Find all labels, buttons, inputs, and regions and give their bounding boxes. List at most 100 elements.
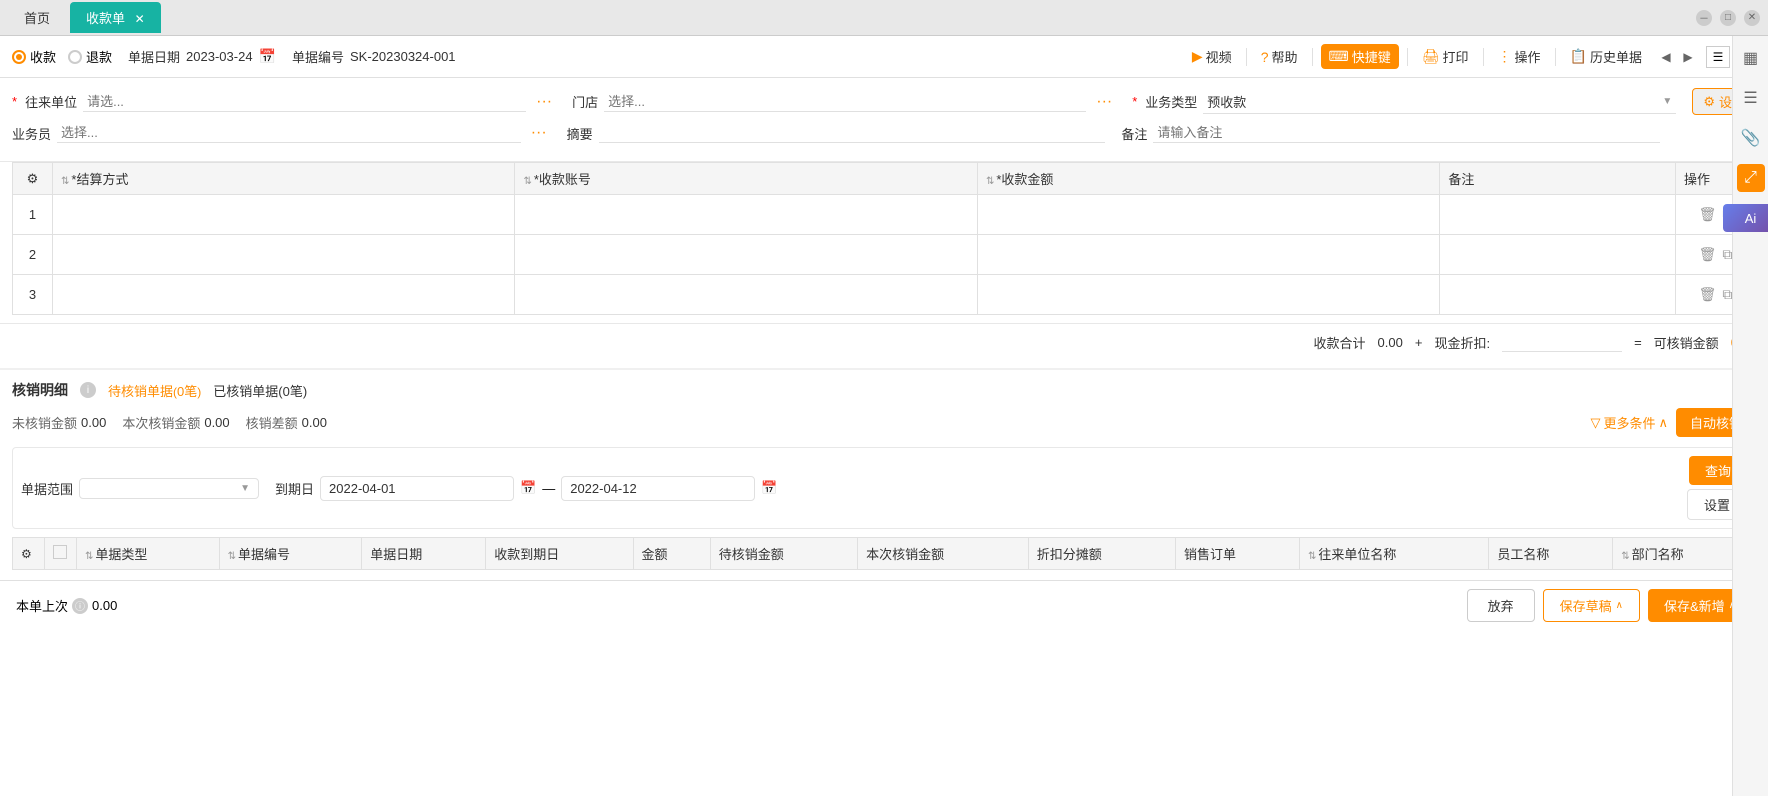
refund-radio[interactable]: 退款 [68,47,112,66]
row-amount[interactable] [977,195,1439,235]
row-settlement[interactable] [53,275,515,315]
note-header: 备注 [1440,163,1676,195]
chevron-up-icon: ∧ [1658,415,1668,431]
due-date-header: 收款到期日 [486,538,633,570]
row-note[interactable] [1440,195,1676,235]
date-from-input[interactable] [320,476,514,501]
gear-header[interactable]: ⚙ [13,163,53,195]
store-input[interactable] [604,92,1086,112]
row-note[interactable] [1440,275,1676,315]
main-area: 收款 退款 单据日期 2023-03-24 📅 单据编号 SK-20230324… [0,36,1768,796]
sidebar-expand-icon[interactable]: ⤢ [1737,164,1765,192]
row-account[interactable] [515,275,977,315]
current-amount-header: 本次核销金额 [858,538,1029,570]
salesman-input[interactable] [57,123,521,143]
table-header: ⚙ ⇅*结算方式 ⇅*收款账号 ⇅*收款金额 备注 操作 [13,163,1756,195]
help-button[interactable]: ? 帮助 [1255,45,1304,68]
operation-button[interactable]: ⋮ 操作 [1492,45,1547,68]
draft-arrow-icon: ∧ [1616,600,1623,611]
row-settlement[interactable] [53,235,515,275]
receipt-radio[interactable]: 收款 [12,47,56,66]
date-value: 2023-03-24 [186,49,253,64]
note-input[interactable] [1153,123,1660,143]
row-settlement[interactable] [53,195,515,235]
row-account[interactable] [515,195,977,235]
sidebar-table-icon[interactable]: ▦ [1737,44,1765,72]
reconcile-section: 核销明细 i 待核销单据(0笔) 已核销单据(0笔) 未核销金额 0.00 本次… [0,368,1768,580]
footer-bar: 本单上次 ⓘ 0.00 放弃 保存草稿 ∧ 保存&新增 ∧ [0,580,1768,630]
gear-icon: ⚙ [27,171,39,186]
delete-row-icon[interactable]: 🗑 [1699,286,1717,303]
form-row-2: 业务员 ··· 摘要 备注 [12,123,1756,143]
counterpart-more-btn[interactable]: ··· [532,93,556,111]
next-arrow[interactable]: ▶ [1678,47,1698,67]
bill-number-value: SK-20230324-001 [350,49,456,64]
receipt-table: ⚙ ⇅*结算方式 ⇅*收款账号 ⇅*收款金额 备注 操作 1 [12,162,1756,315]
minimize-button[interactable]: － [1696,10,1712,26]
cash-discount-input[interactable] [1502,332,1622,352]
date-field-group: 单据日期 2023-03-24 📅 [128,47,276,66]
video-button[interactable]: ▶ 视频 [1186,45,1238,68]
tab-receipt[interactable]: 收款单 ✕ [70,2,161,33]
store-more-btn[interactable]: ··· [1092,93,1116,111]
row-note[interactable] [1440,235,1676,275]
maximize-button[interactable]: □ [1720,10,1736,26]
prev-arrow[interactable]: ◀ [1656,47,1676,67]
salesman-field: 业务员 ··· [12,123,551,143]
delete-row-icon[interactable]: 🗑 [1699,206,1717,223]
copy-row-icon[interactable]: ⧉ [1722,286,1732,303]
sidebar-attachment-icon[interactable]: 📎 [1737,124,1765,152]
ai-button[interactable]: Ai [1723,204,1768,232]
business-type-select[interactable]: 预收款 ▼ [1203,90,1676,114]
pending-tab-link[interactable]: 待核销单据(0笔) [108,381,201,400]
refund-radio-dot [68,50,82,64]
divider-3 [1407,48,1408,66]
salesman-more-btn[interactable]: ··· [527,124,551,142]
tab-home[interactable]: 首页 [8,2,66,33]
select-all-checkbox[interactable] [53,545,67,559]
info-icon[interactable]: i [80,382,96,398]
delete-row-icon[interactable]: 🗑 [1699,246,1717,263]
nav-arrows: ◀ ▶ [1656,47,1698,67]
chevron-down-icon: ▼ [1662,96,1672,107]
row-num: 1 [13,195,53,235]
help-icon: ? [1261,49,1269,65]
uncancelled-stat: 未核销金额 0.00 [12,413,106,432]
sidebar-list-icon[interactable]: ☰ [1737,84,1765,112]
print-button[interactable]: 🖨 打印 [1416,45,1475,68]
bill-date-header: 单据日期 [362,538,486,570]
close-button[interactable]: ✕ [1744,10,1760,26]
history-button[interactable]: 📋 历史单据 [1564,45,1648,68]
more-conditions-link[interactable]: ▽ 更多条件 ∧ [1590,413,1668,432]
receipt-refund-group: 收款 退款 [12,47,112,66]
counterpart-input[interactable] [83,92,526,112]
summary-input[interactable] [599,123,1106,143]
reconcile-title: 核销明细 [12,380,68,400]
calendar-to-icon[interactable]: 📅 [761,480,777,496]
amount-header-b: 金额 [633,538,710,570]
calendar-icon[interactable]: 📅 [259,48,276,65]
sales-order-header: 销售订单 [1176,538,1300,570]
row-amount[interactable] [977,275,1439,315]
bottom-gear-header[interactable]: ⚙ [13,538,45,570]
receipt-radio-dot [12,50,26,64]
business-type-field: * 业务类型 预收款 ▼ [1132,90,1676,114]
list-view-btn[interactable]: ☰ [1706,46,1730,68]
divider-1 [1246,48,1247,66]
abandon-button[interactable]: 放弃 [1467,589,1535,622]
footer-info-icon[interactable]: ⓘ [72,598,88,614]
copy-row-icon[interactable]: ⧉ [1722,246,1732,263]
date-to-input[interactable] [561,476,755,501]
bottom-check-header [45,538,77,570]
shortcut-button[interactable]: ⌨ 快捷键 [1321,44,1399,69]
range-select[interactable]: ▼ [79,478,259,499]
filter-icon: ▽ [1590,415,1600,431]
row-amount[interactable] [977,235,1439,275]
row-num: 3 [13,275,53,315]
tab-close-icon[interactable]: ✕ [135,12,145,26]
calendar-from-icon[interactable]: 📅 [520,480,536,496]
total-value: 0.00 [1378,335,1403,350]
save-draft-button[interactable]: 保存草稿 ∧ [1543,589,1640,622]
row-account[interactable] [515,235,977,275]
bill-no-header: ⇅单据编号 [219,538,362,570]
